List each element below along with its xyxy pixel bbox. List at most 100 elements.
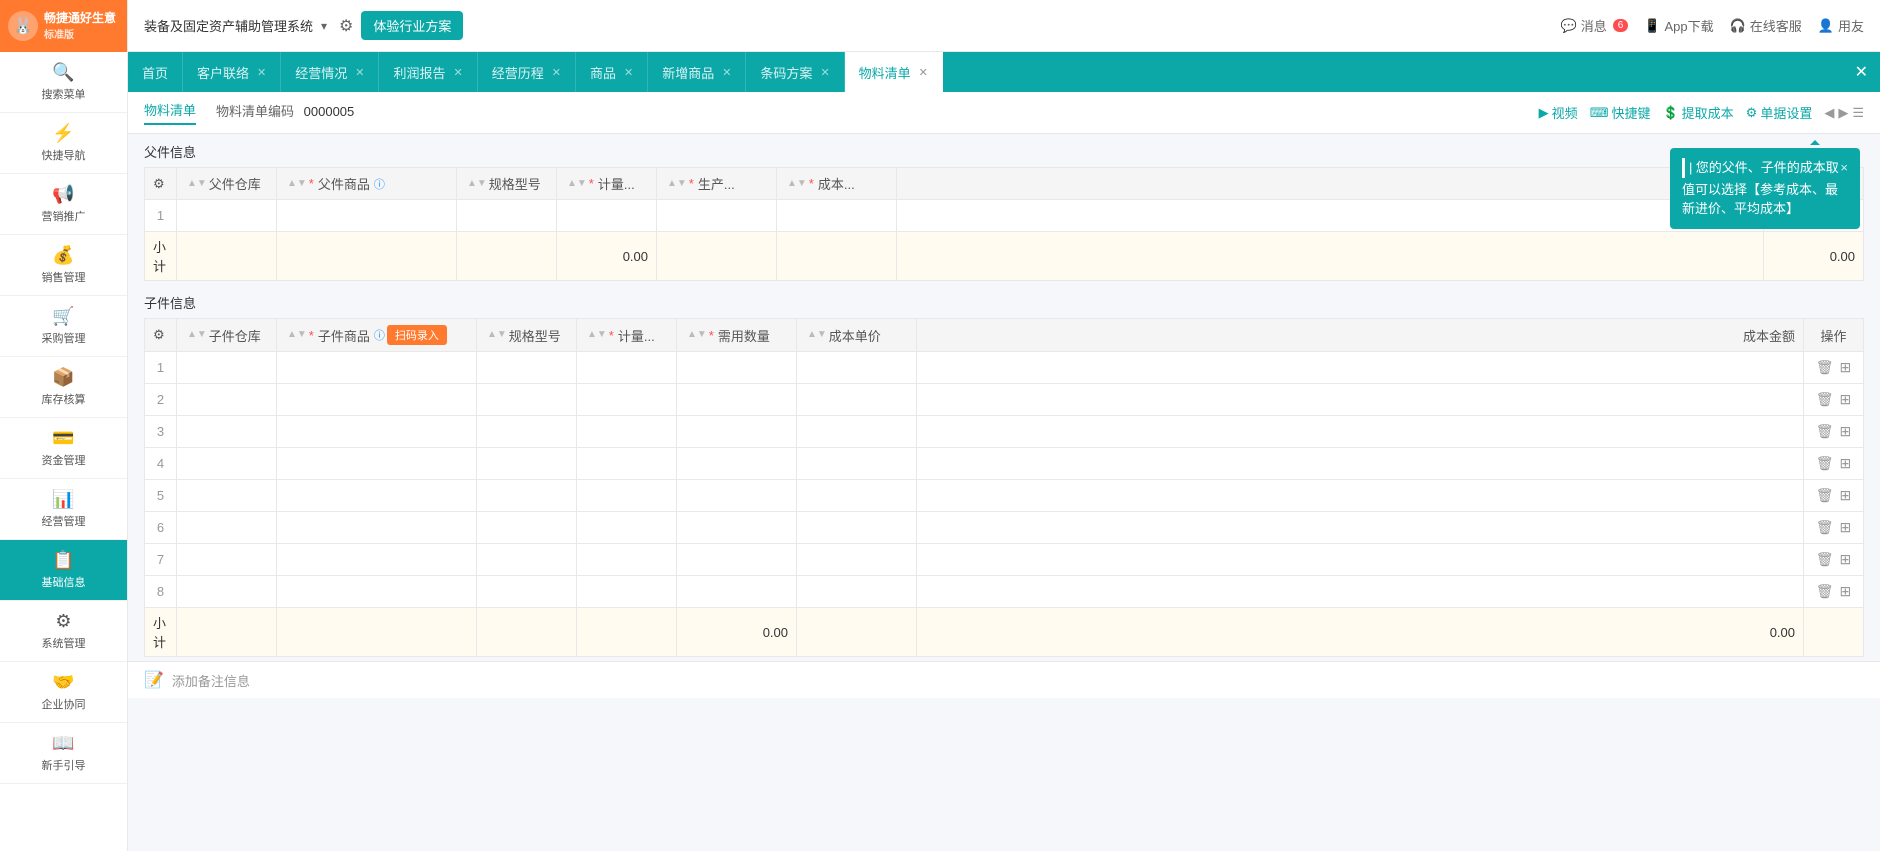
copy-icon[interactable]: ⊞ bbox=[1840, 551, 1852, 568]
child-unit-cell[interactable] bbox=[577, 544, 677, 576]
parent-product-cell[interactable] bbox=[277, 200, 457, 232]
sidebar-item-marketing[interactable]: 📢营销推广 bbox=[0, 174, 127, 235]
sidebar-item-system[interactable]: ⚙系统管理 bbox=[0, 601, 127, 662]
child-product-cell[interactable] bbox=[277, 448, 477, 480]
trial-button[interactable]: 体验行业方案 bbox=[361, 11, 463, 40]
sidebar-item-guide[interactable]: 📖新手引导 bbox=[0, 723, 127, 784]
delete-icon[interactable]: 🗑 bbox=[1816, 487, 1834, 504]
system-dropdown[interactable]: ▾ bbox=[321, 19, 327, 33]
extract-cost-action[interactable]: 💲 提取成本 bbox=[1662, 103, 1733, 122]
delete-icon[interactable]: 🗑 bbox=[1816, 391, 1834, 408]
child-spec-cell[interactable] bbox=[477, 480, 577, 512]
message-item[interactable]: 💬 消息 6 bbox=[1561, 16, 1629, 35]
scan-button[interactable]: 扫码录入 bbox=[387, 325, 447, 345]
child-warehouse-cell[interactable] bbox=[177, 544, 277, 576]
nav-tab-首页[interactable]: 首页 bbox=[128, 52, 183, 92]
child-spec-cell[interactable] bbox=[477, 384, 577, 416]
child-qty-cell[interactable] bbox=[677, 384, 797, 416]
close-tab-icon[interactable]: ✕ bbox=[722, 66, 731, 79]
bottom-hint-text[interactable]: 添加备注信息 bbox=[172, 671, 250, 690]
child-unit-cost-cell[interactable] bbox=[797, 480, 917, 512]
child-unit-cell[interactable] bbox=[577, 480, 677, 512]
shortcut-action[interactable]: ⌨ 快捷键 bbox=[1590, 103, 1651, 122]
copy-icon[interactable]: ⊞ bbox=[1840, 423, 1852, 440]
close-all-tabs[interactable]: ✕ bbox=[1843, 62, 1880, 82]
child-qty-cell[interactable] bbox=[677, 448, 797, 480]
child-qty-cell[interactable] bbox=[677, 576, 797, 608]
child-unit-cost-cell[interactable] bbox=[797, 576, 917, 608]
user-item[interactable]: 👤 用友 bbox=[1818, 16, 1864, 35]
child-warehouse-cell[interactable] bbox=[177, 384, 277, 416]
next-arrow[interactable]: ▶ bbox=[1838, 105, 1848, 121]
child-spec-cell[interactable] bbox=[477, 512, 577, 544]
delete-icon[interactable]: 🗑 bbox=[1816, 583, 1834, 600]
sidebar-item-finance[interactable]: 💳资金管理 bbox=[0, 418, 127, 479]
close-tab-icon[interactable]: ✕ bbox=[820, 66, 829, 79]
app-download-item[interactable]: 📱 App下载 bbox=[1644, 16, 1713, 35]
delete-icon[interactable]: 🗑 bbox=[1816, 455, 1834, 472]
close-tab-icon[interactable]: ✕ bbox=[257, 66, 266, 79]
parent-warehouse-cell[interactable] bbox=[177, 200, 277, 232]
child-qty-cell[interactable] bbox=[677, 352, 797, 384]
parent-spec-cell[interactable] bbox=[457, 200, 557, 232]
child-qty-cell[interactable] bbox=[677, 512, 797, 544]
child-product-cell[interactable] bbox=[277, 576, 477, 608]
delete-icon[interactable]: 🗑 bbox=[1816, 359, 1834, 376]
child-spec-cell[interactable] bbox=[477, 448, 577, 480]
child-warehouse-cell[interactable] bbox=[177, 352, 277, 384]
copy-icon[interactable]: ⊞ bbox=[1840, 359, 1852, 376]
gear-icon[interactable]: ⚙ bbox=[339, 16, 353, 36]
child-product-cell[interactable] bbox=[277, 352, 477, 384]
copy-icon[interactable]: ⊞ bbox=[1840, 519, 1852, 536]
sidebar-item-purchase[interactable]: 🛒采购管理 bbox=[0, 296, 127, 357]
child-spec-cell[interactable] bbox=[477, 576, 577, 608]
close-tab-icon[interactable]: ✕ bbox=[355, 66, 364, 79]
child-spec-cell[interactable] bbox=[477, 416, 577, 448]
delete-icon[interactable]: 🗑 bbox=[1816, 423, 1834, 440]
close-tab-icon[interactable]: ✕ bbox=[919, 66, 928, 79]
child-unit-cell[interactable] bbox=[577, 384, 677, 416]
th-settings[interactable]: ⚙ bbox=[145, 168, 177, 200]
sidebar-item-operations[interactable]: 📊经营管理 bbox=[0, 479, 127, 540]
child-product-cell[interactable] bbox=[277, 384, 477, 416]
copy-icon[interactable]: ⊞ bbox=[1840, 487, 1852, 504]
child-qty-cell[interactable] bbox=[677, 544, 797, 576]
sidebar-item-quick-nav[interactable]: ⚡快捷导航 bbox=[0, 113, 127, 174]
close-tab-icon[interactable]: ✕ bbox=[624, 66, 633, 79]
nav-tab-客户联络[interactable]: 客户联络✕ bbox=[183, 52, 281, 92]
nav-tab-新增商品[interactable]: 新增商品✕ bbox=[648, 52, 746, 92]
delete-icon[interactable]: 🗑 bbox=[1816, 551, 1834, 568]
child-warehouse-cell[interactable] bbox=[177, 448, 277, 480]
view-action[interactable]: ▶ 视频 bbox=[1539, 103, 1578, 122]
list-view-icon[interactable]: ☰ bbox=[1852, 105, 1864, 121]
child-unit-cost-cell[interactable] bbox=[797, 352, 917, 384]
single-settings-action[interactable]: ⚙ 单据设置 bbox=[1746, 103, 1813, 122]
close-tab-icon[interactable]: ✕ bbox=[454, 66, 463, 79]
child-unit-cell[interactable] bbox=[577, 576, 677, 608]
child-qty-cell[interactable] bbox=[677, 480, 797, 512]
sidebar-item-sales[interactable]: 💰销售管理 bbox=[0, 235, 127, 296]
parent-production-cell[interactable] bbox=[657, 200, 777, 232]
sidebar-item-inventory[interactable]: 📦库存核算 bbox=[0, 357, 127, 418]
child-product-cell[interactable] bbox=[277, 544, 477, 576]
sidebar-item-basic-info[interactable]: 📋基础信息 bbox=[0, 540, 127, 601]
child-unit-cell[interactable] bbox=[577, 512, 677, 544]
child-warehouse-cell[interactable] bbox=[177, 480, 277, 512]
copy-icon[interactable]: ⊞ bbox=[1840, 583, 1852, 600]
close-tab-icon[interactable]: ✕ bbox=[552, 66, 561, 79]
child-unit-cell[interactable] bbox=[577, 352, 677, 384]
child-product-cell[interactable] bbox=[277, 416, 477, 448]
child-unit-cost-cell[interactable] bbox=[797, 512, 917, 544]
child-qty-cell[interactable] bbox=[677, 416, 797, 448]
copy-icon[interactable]: ⊞ bbox=[1840, 391, 1852, 408]
nav-tab-经营情况[interactable]: 经营情况✕ bbox=[281, 52, 379, 92]
sidebar-item-search[interactable]: 🔍搜索菜单 bbox=[0, 52, 127, 113]
nav-tab-商品[interactable]: 商品✕ bbox=[576, 52, 648, 92]
tooltip-close-btn[interactable]: × bbox=[1840, 158, 1848, 178]
child-unit-cost-cell[interactable] bbox=[797, 448, 917, 480]
child-warehouse-cell[interactable] bbox=[177, 416, 277, 448]
copy-icon[interactable]: ⊞ bbox=[1840, 455, 1852, 472]
parent-cost-cell[interactable] bbox=[777, 200, 897, 232]
online-service-item[interactable]: 🎧 在线客服 bbox=[1730, 16, 1802, 35]
parent-unit-cell[interactable] bbox=[557, 200, 657, 232]
